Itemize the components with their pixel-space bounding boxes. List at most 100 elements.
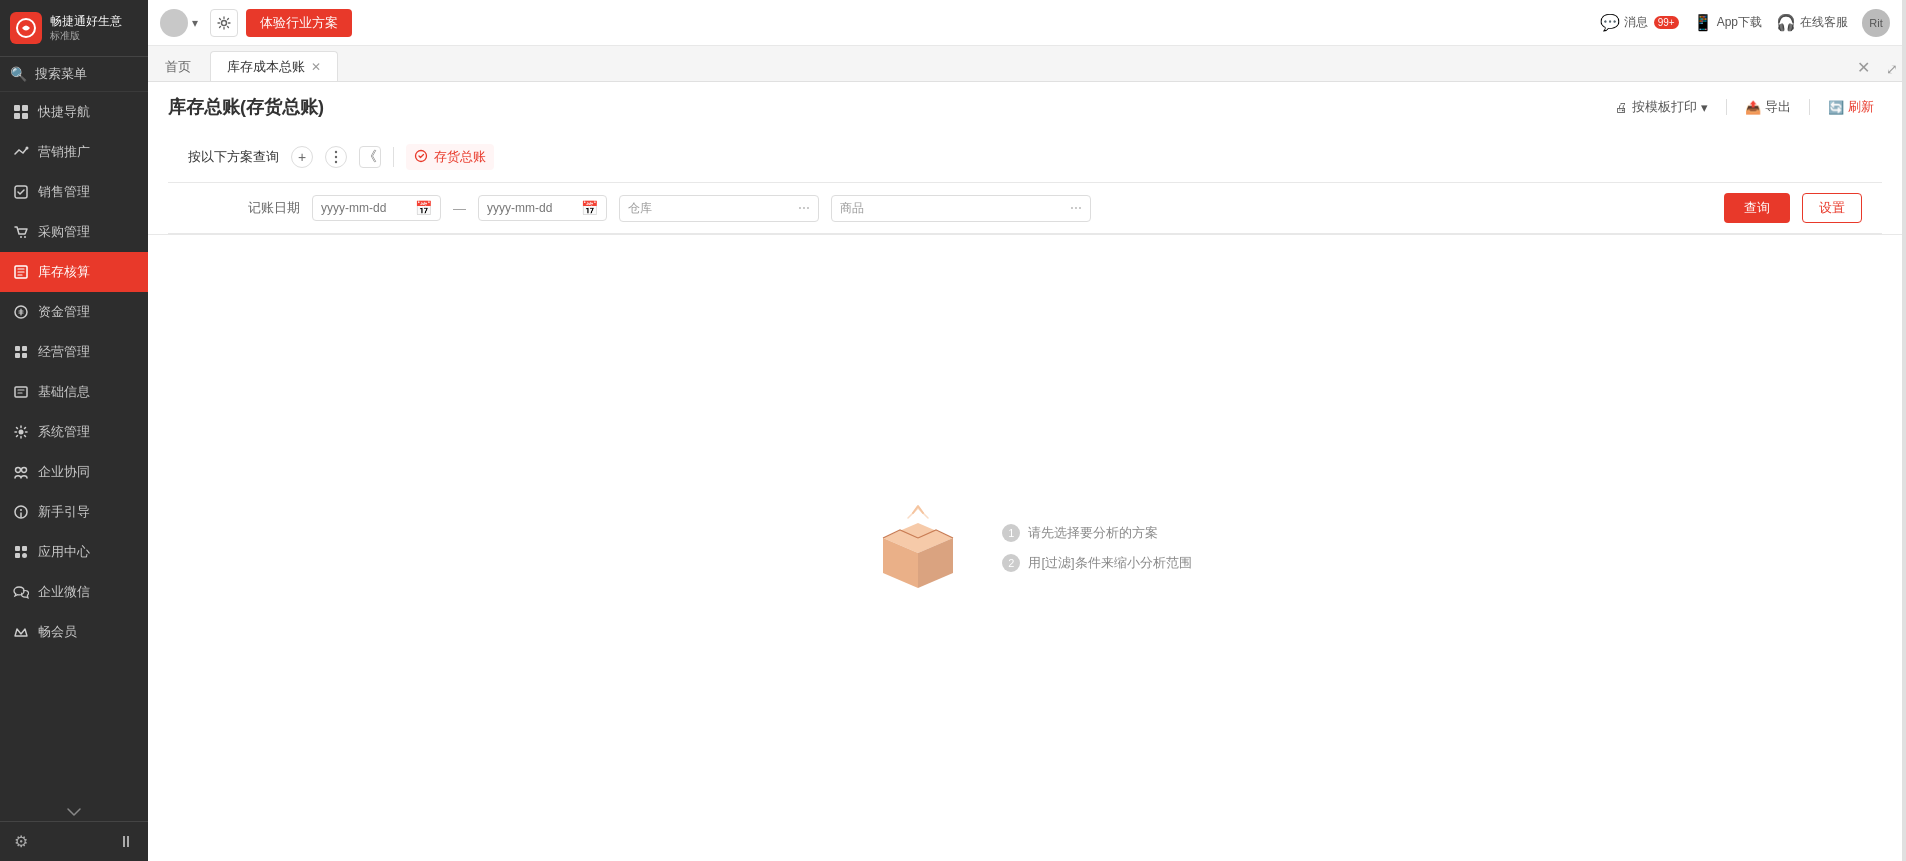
scheme-icon	[414, 149, 428, 166]
app-icon: 📱	[1693, 13, 1713, 32]
vip-icon	[12, 623, 30, 641]
product-select[interactable]: 商品 ⋯	[831, 195, 1091, 222]
filter-add-btn[interactable]: +	[291, 146, 313, 168]
filter-collapse-btn[interactable]: 《	[359, 146, 381, 168]
settings-filter-btn[interactable]: 设置	[1802, 193, 1862, 223]
sidebar-item-quick-nav[interactable]: 快捷导航	[0, 92, 148, 132]
svg-point-28	[335, 161, 337, 163]
sidebar-item-vip[interactable]: 畅会员	[0, 612, 148, 652]
purchase-icon	[12, 223, 30, 241]
svg-point-8	[24, 236, 26, 238]
topbar: ▾ 体验行业方案 💬 消息 99+ 📱 App下载 🎧 在	[148, 0, 1902, 46]
apps-icon	[12, 543, 30, 561]
sidebar-item-guide[interactable]: 新手引导	[0, 492, 148, 532]
tab-close-btn[interactable]: ✕	[311, 60, 321, 74]
guide-icon	[12, 503, 30, 521]
print-dropdown-icon: ▾	[1701, 100, 1708, 115]
collapse-btn[interactable]: ⏸	[118, 833, 134, 851]
support-btn[interactable]: 🎧 在线客服	[1776, 13, 1848, 32]
topbar-dropdown-icon[interactable]: ▾	[192, 16, 198, 30]
calendar-start-icon[interactable]: 📅	[415, 200, 432, 216]
sales-icon	[12, 183, 30, 201]
date-start-wrap: 📅	[312, 195, 441, 221]
refresh-btn[interactable]: 🔄 刷新	[1820, 94, 1882, 120]
page-header: 库存总账(存货总账) 🖨 按模板打印 ▾ 📤 导出 🔄	[148, 82, 1902, 235]
sidebar-item-inventory[interactable]: 库存核算	[0, 252, 148, 292]
sidebar-item-operation[interactable]: 经营管理	[0, 332, 148, 372]
empty-state: 1 请先选择要分析的方案 2 用[过滤]条件来缩小分析范围	[148, 235, 1902, 861]
app-download-btn[interactable]: 📱 App下载	[1693, 13, 1762, 32]
operation-icon	[12, 343, 30, 361]
svg-point-29	[416, 150, 427, 161]
tab-home[interactable]: 首页	[148, 51, 208, 81]
svg-point-18	[22, 468, 27, 473]
sidebar-nav: 快捷导航 营销推广 销售管理	[0, 92, 148, 803]
resize-panel-btn[interactable]: ⤢	[1882, 57, 1902, 81]
svg-rect-22	[22, 546, 27, 551]
inventory-icon	[12, 263, 30, 281]
svg-point-20	[20, 509, 22, 511]
topbar-user-avatar-right[interactable]: Rit	[1862, 9, 1890, 37]
page-title: 库存总账(存货总账)	[168, 95, 324, 119]
export-btn[interactable]: 📤 导出	[1737, 94, 1799, 120]
hint1-num: 1	[1002, 524, 1020, 542]
sidebar-scroll-down[interactable]	[0, 803, 148, 821]
close-panel-btn[interactable]: ✕	[1853, 54, 1874, 81]
sidebar-item-system[interactable]: 系统管理	[0, 412, 148, 452]
sidebar-logo: 畅捷通好生意 标准版	[0, 0, 148, 57]
finance-icon	[12, 303, 30, 321]
message-btn[interactable]: 💬 消息 99+	[1600, 13, 1679, 32]
sidebar-item-finance[interactable]: 资金管理	[0, 292, 148, 332]
print-btn[interactable]: 🖨 按模板打印 ▾	[1607, 94, 1716, 120]
right-panel[interactable]	[1902, 0, 1906, 861]
sidebar-item-purchase[interactable]: 采购管理	[0, 212, 148, 252]
sidebar-item-wechat[interactable]: 企业微信	[0, 572, 148, 612]
basic-info-icon	[12, 383, 30, 401]
svg-rect-13	[15, 353, 20, 358]
empty-texts: 1 请先选择要分析的方案 2 用[过滤]条件来缩小分析范围	[1002, 524, 1191, 572]
sidebar-item-sales[interactable]: 销售管理	[0, 172, 148, 212]
svg-point-25	[222, 20, 227, 25]
sidebar-item-apps[interactable]: 应用中心	[0, 532, 148, 572]
svg-rect-11	[15, 346, 20, 351]
action-divider1	[1726, 99, 1727, 115]
filter-scheme-item[interactable]: 存货总账	[406, 144, 494, 170]
date-end-wrap: 📅	[478, 195, 607, 221]
svg-rect-12	[22, 346, 27, 351]
message-icon: 💬	[1600, 13, 1620, 32]
svg-rect-14	[22, 353, 27, 358]
industry-btn[interactable]: 体验行业方案	[246, 9, 352, 37]
action-divider2	[1809, 99, 1810, 115]
filter-row: 记账日期 📅 — 📅 仓库 ⋯ 商品 ⋯ 查询	[168, 183, 1882, 234]
date-start-input[interactable]	[321, 201, 411, 215]
tab-inventory-ledger[interactable]: 库存成本总账 ✕	[210, 51, 338, 81]
wechat-icon	[12, 583, 30, 601]
query-btn[interactable]: 查询	[1724, 193, 1790, 223]
settings-btn[interactable]: ⚙	[14, 832, 28, 851]
date-field-label: 记账日期	[248, 199, 300, 217]
topbar-left: ▾ 体验行业方案	[160, 9, 1600, 37]
support-icon: 🎧	[1776, 13, 1796, 32]
tabbar: 首页 库存成本总账 ✕ ✕ ⤢	[148, 46, 1902, 82]
date-separator: —	[453, 201, 466, 216]
topbar-user-area[interactable]: ▾	[160, 9, 202, 37]
filter-bar: 按以下方案查询 + 《	[168, 132, 1882, 183]
warehouse-select[interactable]: 仓库 ⋯	[619, 195, 819, 222]
sidebar-item-basic-info[interactable]: 基础信息	[0, 372, 148, 412]
date-end-input[interactable]	[487, 201, 577, 215]
topbar-settings-btn[interactable]	[210, 9, 238, 37]
search-menu-item[interactable]: 🔍 搜索菜单	[0, 57, 148, 92]
empty-hint-1: 1 请先选择要分析的方案	[1002, 524, 1191, 542]
system-icon	[12, 423, 30, 441]
calendar-end-icon[interactable]: 📅	[581, 200, 598, 216]
topbar-user-avatar	[160, 9, 188, 37]
empty-icon-area	[858, 488, 978, 608]
sidebar-item-marketing[interactable]: 营销推广	[0, 132, 148, 172]
svg-rect-23	[15, 553, 20, 558]
main-area: ▾ 体验行业方案 💬 消息 99+ 📱 App下载 🎧 在	[148, 0, 1902, 861]
sidebar-item-cooperation[interactable]: 企业协同	[0, 452, 148, 492]
filter-section-label: 按以下方案查询	[188, 148, 279, 166]
svg-rect-21	[15, 546, 20, 551]
svg-rect-4	[22, 113, 28, 119]
filter-more-btn[interactable]	[325, 146, 347, 168]
